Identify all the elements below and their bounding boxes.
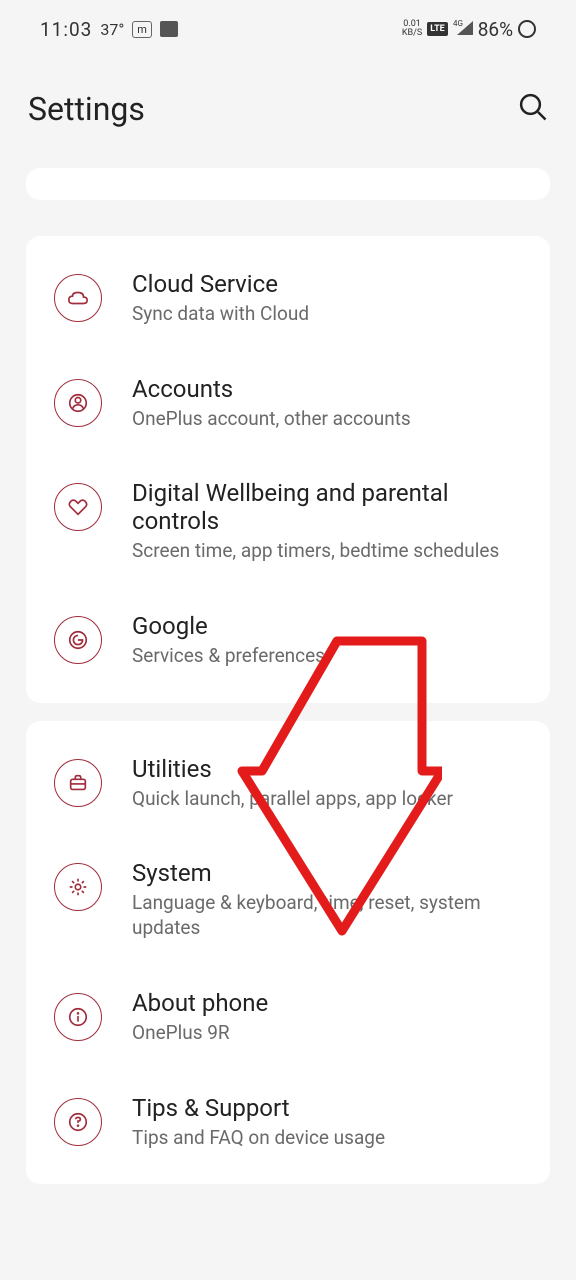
- status-temp: 37°: [100, 20, 124, 39]
- item-subtitle: Services & preferences: [132, 644, 522, 669]
- info-icon: [54, 993, 102, 1041]
- item-subtitle: Sync data with Cloud: [132, 302, 522, 327]
- item-content: System Language & keyboard, time, reset,…: [132, 859, 522, 940]
- settings-item-system[interactable]: System Language & keyboard, time, reset,…: [26, 835, 550, 964]
- settings-header: Settings: [0, 58, 576, 168]
- item-title: System: [132, 859, 522, 887]
- question-icon: [54, 1098, 102, 1146]
- item-title: About phone: [132, 989, 522, 1017]
- heart-icon: [54, 483, 102, 531]
- item-content: About phone OnePlus 9R: [132, 989, 522, 1046]
- item-subtitle: OnePlus account, other accounts: [132, 407, 522, 432]
- settings-item-cloud[interactable]: Cloud Service Sync data with Cloud: [26, 246, 550, 351]
- signal-icon: 4G: [453, 19, 473, 40]
- cloud-icon: [54, 274, 102, 322]
- item-content: Accounts OnePlus account, other accounts: [132, 375, 522, 432]
- page-title: Settings: [28, 90, 145, 128]
- item-subtitle: Quick launch, parallel apps, app locker: [132, 787, 522, 812]
- item-subtitle: Language & keyboard, time, reset, system…: [132, 891, 522, 940]
- gear-icon: [54, 863, 102, 911]
- settings-item-wellbeing[interactable]: Digital Wellbeing and parental controls …: [26, 455, 550, 588]
- settings-item-accounts[interactable]: Accounts OnePlus account, other accounts: [26, 351, 550, 456]
- item-content: Cloud Service Sync data with Cloud: [132, 270, 522, 327]
- item-subtitle: Screen time, app timers, bedtime schedul…: [132, 539, 522, 564]
- status-left: 11:03 37° m: [40, 18, 178, 41]
- settings-item-utilities[interactable]: Utilities Quick launch, parallel apps, a…: [26, 731, 550, 836]
- item-content: Utilities Quick launch, parallel apps, a…: [132, 755, 522, 812]
- m-icon: m: [132, 21, 152, 38]
- status-right: 0.01 KB/S LTE 4G 86%: [402, 18, 536, 41]
- svg-text:4G: 4G: [453, 19, 463, 28]
- item-content: Digital Wellbeing and parental controls …: [132, 479, 522, 564]
- account-icon: [54, 379, 102, 427]
- settings-item-google[interactable]: Google Services & preferences: [26, 588, 550, 693]
- picture-icon: [160, 21, 178, 37]
- settings-item-about[interactable]: About phone OnePlus 9R: [26, 965, 550, 1070]
- item-title: Google: [132, 612, 522, 640]
- item-subtitle: OnePlus 9R: [132, 1021, 522, 1046]
- google-icon: [54, 616, 102, 664]
- network-speed: 0.01 KB/S: [402, 20, 422, 38]
- item-title: Cloud Service: [132, 270, 522, 298]
- item-title: Accounts: [132, 375, 522, 403]
- settings-item-tips[interactable]: Tips & Support Tips and FAQ on device us…: [26, 1070, 550, 1175]
- item-title: Utilities: [132, 755, 522, 783]
- settings-group-system: Utilities Quick launch, parallel apps, a…: [26, 721, 550, 1184]
- battery-circle-icon: [518, 20, 536, 38]
- settings-group-services: Cloud Service Sync data with Cloud Accou…: [26, 236, 550, 703]
- status-bar: 11:03 37° m 0.01 KB/S LTE 4G 86%: [0, 0, 576, 58]
- item-title: Tips & Support: [132, 1094, 522, 1122]
- item-subtitle: Tips and FAQ on device usage: [132, 1126, 522, 1151]
- item-title: Digital Wellbeing and parental controls: [132, 479, 522, 535]
- status-time: 11:03: [40, 18, 92, 41]
- volte-icon: LTE: [427, 22, 448, 36]
- item-content: Google Services & preferences: [132, 612, 522, 669]
- battery-level: 86%: [478, 18, 513, 41]
- search-icon[interactable]: [518, 92, 548, 126]
- item-content: Tips & Support Tips and FAQ on device us…: [132, 1094, 522, 1151]
- briefcase-icon: [54, 759, 102, 807]
- blank-card-placeholder: [26, 168, 550, 200]
